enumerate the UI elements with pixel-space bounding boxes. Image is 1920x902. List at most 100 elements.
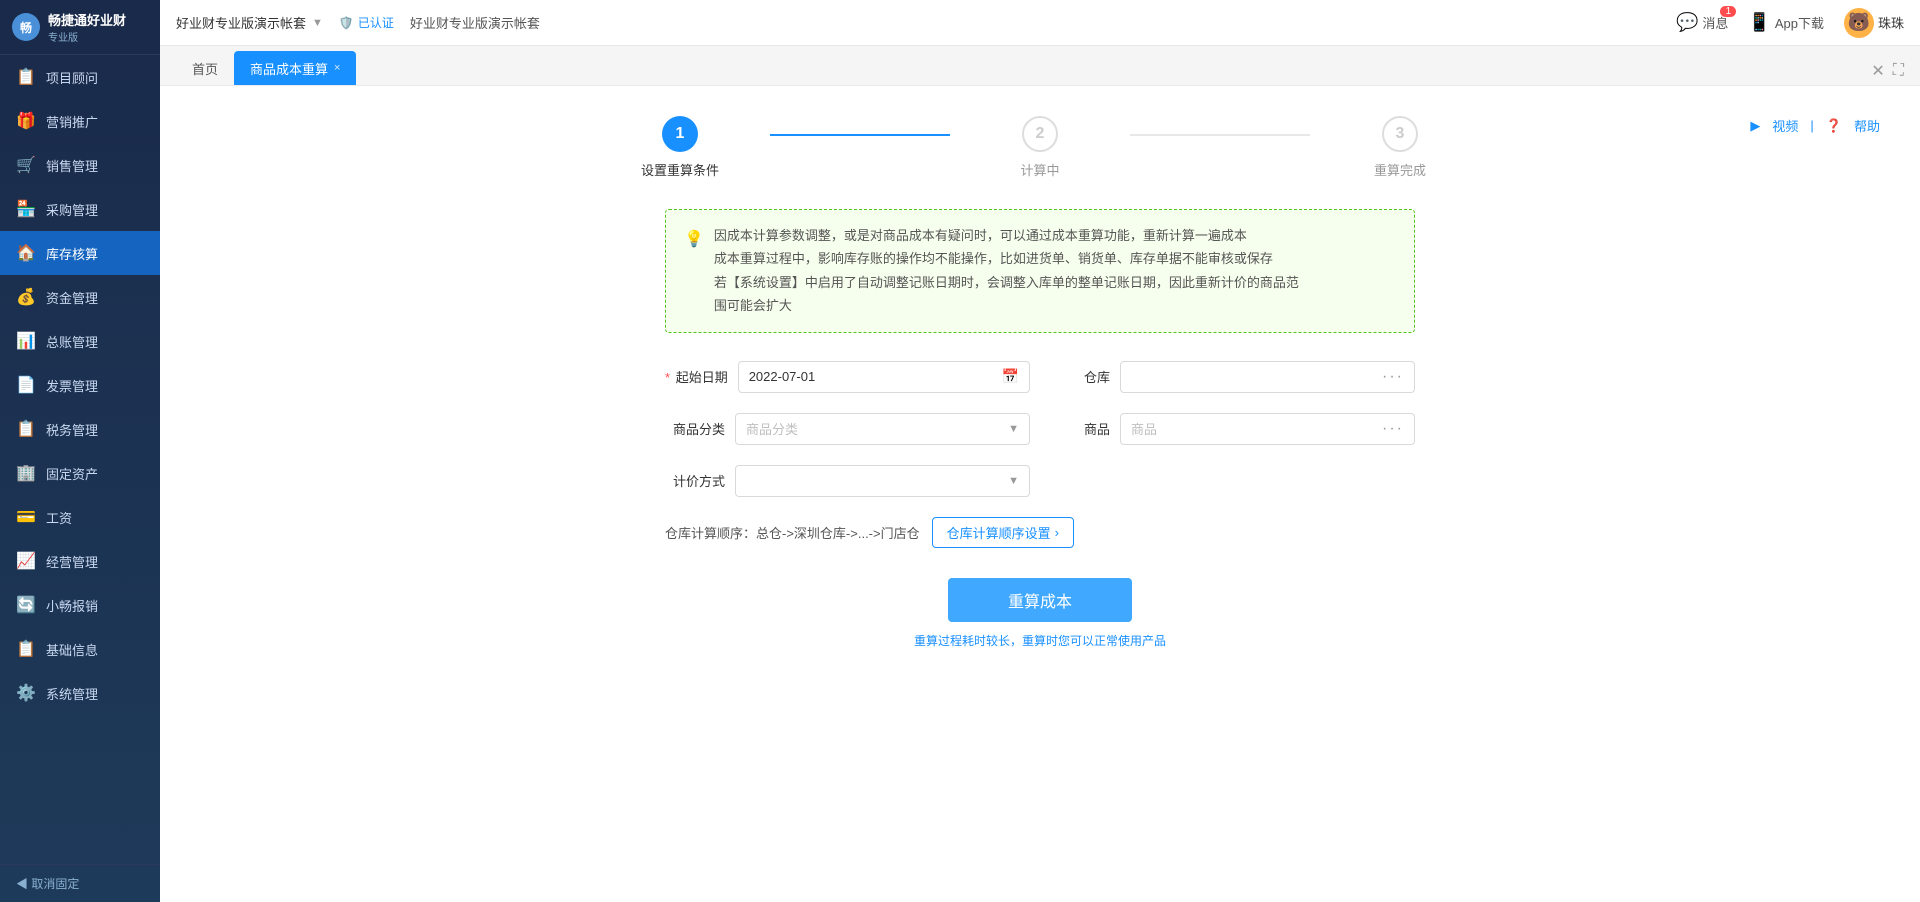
sidebar-item-label: 资金管理	[46, 288, 98, 307]
step-line-1	[770, 134, 950, 136]
recalc-button[interactable]: 重算成本	[948, 578, 1132, 622]
payroll-icon: 💳	[16, 507, 36, 527]
sidebar-item-tax[interactable]: 📋 税务管理	[0, 407, 160, 451]
recalc-btn-section: 重算成本 重算过程耗时较长，重算时您可以正常使用产品	[665, 578, 1415, 649]
sidebar-item-label: 采购管理	[46, 200, 98, 219]
expense-icon: 🔄	[16, 595, 36, 615]
category-label: 商品分类	[665, 419, 725, 438]
tab-close-icon[interactable]: ×	[334, 62, 340, 74]
sidebar-item-label: 发票管理	[46, 376, 98, 395]
product-input[interactable]: 商品 ···	[1120, 413, 1415, 445]
sidebar-item-sales[interactable]: 🛒 销售管理	[0, 143, 160, 187]
sidebar-item-assets[interactable]: 🏢 固定资产	[0, 451, 160, 495]
sidebar-item-payroll[interactable]: 💳 工资	[0, 495, 160, 539]
sidebar-item-label: 营销推广	[46, 112, 98, 131]
sidebar-item-finance[interactable]: 💰 资金管理	[0, 275, 160, 319]
step-2-circle: 2	[1022, 116, 1058, 152]
expand-window-icon[interactable]: ⛶	[1893, 62, 1904, 80]
close-window-icon[interactable]: ✕	[1871, 61, 1884, 81]
form-group-category: 商品分类 商品分类 ▼	[665, 413, 1030, 445]
sidebar-item-inventory[interactable]: 🏠 库存核算	[0, 231, 160, 275]
step-2-label: 计算中	[1020, 160, 1059, 179]
sidebar-item-system[interactable]: ⚙️ 系统管理	[0, 671, 160, 715]
account-dropdown-icon: ▼	[312, 17, 323, 29]
form-group-product: 商品 商品 ···	[1050, 413, 1415, 445]
step-3: 3 重算完成	[1310, 116, 1490, 179]
sidebar-item-marketing[interactable]: 🎁 营销推广	[0, 99, 160, 143]
sidebar-item-label: 经营管理	[46, 552, 98, 571]
finance-icon: 💰	[16, 287, 36, 307]
sales-icon: 🛒	[16, 155, 36, 175]
window-controls: ✕ ⛶	[1871, 61, 1904, 85]
warehouse-order-row: 仓库计算顺序：总仓->深圳仓库->...->门店仓 仓库计算顺序设置 ›	[665, 517, 1415, 548]
project-icon: 📋	[16, 67, 36, 87]
user-avatar-button[interactable]: 🐻 珠珠	[1844, 8, 1904, 38]
sidebar: 畅 畅捷通好业财 专业版 📋 项目顾问 🎁 营销推广 🛒 销售管理 🏪 采购管理…	[0, 0, 160, 902]
topbar: 好业财专业版演示帐套 ▼ 🛡️ 已认证 好业财专业版演示帐套 💬 消息 1 📱 …	[160, 0, 1920, 46]
notice-text: 因成本计算参数调整，或是对商品成本有疑问时，可以通过成本重算功能，重新计算一遍成…	[714, 224, 1299, 318]
main-area: 好业财专业版演示帐套 ▼ 🛡️ 已认证 好业财专业版演示帐套 💬 消息 1 📱 …	[160, 0, 1920, 902]
tax-icon: 📋	[16, 419, 36, 439]
tab-cost-recalc[interactable]: 商品成本重算 ×	[234, 51, 356, 85]
topbar-right: 💬 消息 1 📱 App下载 🐻 珠珠	[1676, 8, 1904, 38]
tab-home[interactable]: 首页	[176, 51, 234, 85]
message-badge: 1	[1720, 6, 1736, 17]
form-row-1: * 起始日期 2022-07-01 📅 仓库 ···	[665, 361, 1415, 393]
accounting-icon: 📊	[16, 331, 36, 351]
warehouse-dots-icon[interactable]: ···	[1382, 368, 1404, 386]
warehouse-order-label: 仓库计算顺序：总仓->深圳仓库->...->门店仓	[665, 523, 920, 542]
product-placeholder: 商品	[1131, 419, 1157, 438]
shield-icon: 🛡️	[339, 16, 354, 30]
tab-home-label: 首页	[192, 59, 218, 78]
sidebar-item-project[interactable]: 📋 项目顾问	[0, 55, 160, 99]
sidebar-item-purchase[interactable]: 🏪 采购管理	[0, 187, 160, 231]
step-1: 1 设置重算条件	[590, 116, 770, 179]
sidebar-item-label: 销售管理	[46, 156, 98, 175]
question-icon: ❓	[1826, 118, 1842, 134]
inventory-icon: 🏠	[16, 243, 36, 263]
assets-icon: 🏢	[16, 463, 36, 483]
sidebar-item-invoice[interactable]: 📄 发票管理	[0, 363, 160, 407]
sidebar-nav: 📋 项目顾问 🎁 营销推广 🛒 销售管理 🏪 采购管理 🏠 库存核算 💰 资金管…	[0, 55, 160, 864]
sidebar-item-label: 库存核算	[46, 244, 98, 263]
sidebar-item-label: 总账管理	[46, 332, 98, 351]
step-1-label: 设置重算条件	[641, 160, 719, 179]
sidebar-item-label: 固定资产	[46, 464, 98, 483]
calendar-icon[interactable]: 📅	[1002, 368, 1019, 385]
play-icon: ▶	[1750, 118, 1760, 134]
sidebar-item-basic[interactable]: 📋 基础信息	[0, 627, 160, 671]
help-link[interactable]: 帮助	[1854, 116, 1880, 135]
app-logo: 畅	[12, 13, 40, 41]
sidebar-item-label: 工资	[46, 508, 72, 527]
sidebar-item-accounting[interactable]: 📊 总账管理	[0, 319, 160, 363]
content-area: 1 设置重算条件 2 计算中 3	[160, 86, 1920, 902]
warehouse-input[interactable]: ···	[1120, 361, 1415, 393]
sidebar-unpin[interactable]: ◀ 取消固定	[0, 864, 160, 902]
message-button[interactable]: 💬 消息 1	[1676, 12, 1728, 33]
verified-badge: 🛡️ 已认证	[339, 14, 394, 31]
avatar: 🐻	[1844, 8, 1874, 38]
tabbar: 首页 商品成本重算 × ✕ ⛶	[160, 46, 1920, 86]
form-group-price-method: 计价方式 ▼	[665, 465, 1030, 497]
product-label: 商品	[1050, 419, 1110, 438]
price-method-select[interactable]: ▼	[735, 465, 1030, 497]
form-area: * 起始日期 2022-07-01 📅 仓库 ···	[665, 361, 1415, 649]
category-dropdown-icon: ▼	[1008, 423, 1019, 435]
start-date-input[interactable]: 2022-07-01 📅	[738, 361, 1030, 393]
sidebar-item-operations[interactable]: 📈 经营管理	[0, 539, 160, 583]
steps-row: 1 设置重算条件 2 计算中 3	[590, 116, 1490, 179]
app-download-button[interactable]: 📱 App下载	[1748, 12, 1824, 33]
step-1-circle: 1	[662, 116, 698, 152]
phone-icon: 📱	[1748, 12, 1770, 33]
video-link[interactable]: 视频	[1772, 116, 1798, 135]
warehouse-order-btn[interactable]: 仓库计算顺序设置 ›	[932, 517, 1074, 548]
product-dots-icon[interactable]: ···	[1382, 420, 1404, 438]
account-selector[interactable]: 好业财专业版演示帐套 ▼	[176, 13, 323, 32]
sidebar-item-expense[interactable]: 🔄 小畅报销	[0, 583, 160, 627]
notice-box: 💡 因成本计算参数调整，或是对商品成本有疑问时，可以通过成本重算功能，重新计算一…	[665, 209, 1415, 333]
marketing-icon: 🎁	[16, 111, 36, 131]
category-select[interactable]: 商品分类 ▼	[735, 413, 1030, 445]
price-method-label: 计价方式	[665, 471, 725, 490]
tab-cost-recalc-label: 商品成本重算	[250, 59, 328, 78]
unpin-label: ◀ 取消固定	[16, 875, 79, 892]
